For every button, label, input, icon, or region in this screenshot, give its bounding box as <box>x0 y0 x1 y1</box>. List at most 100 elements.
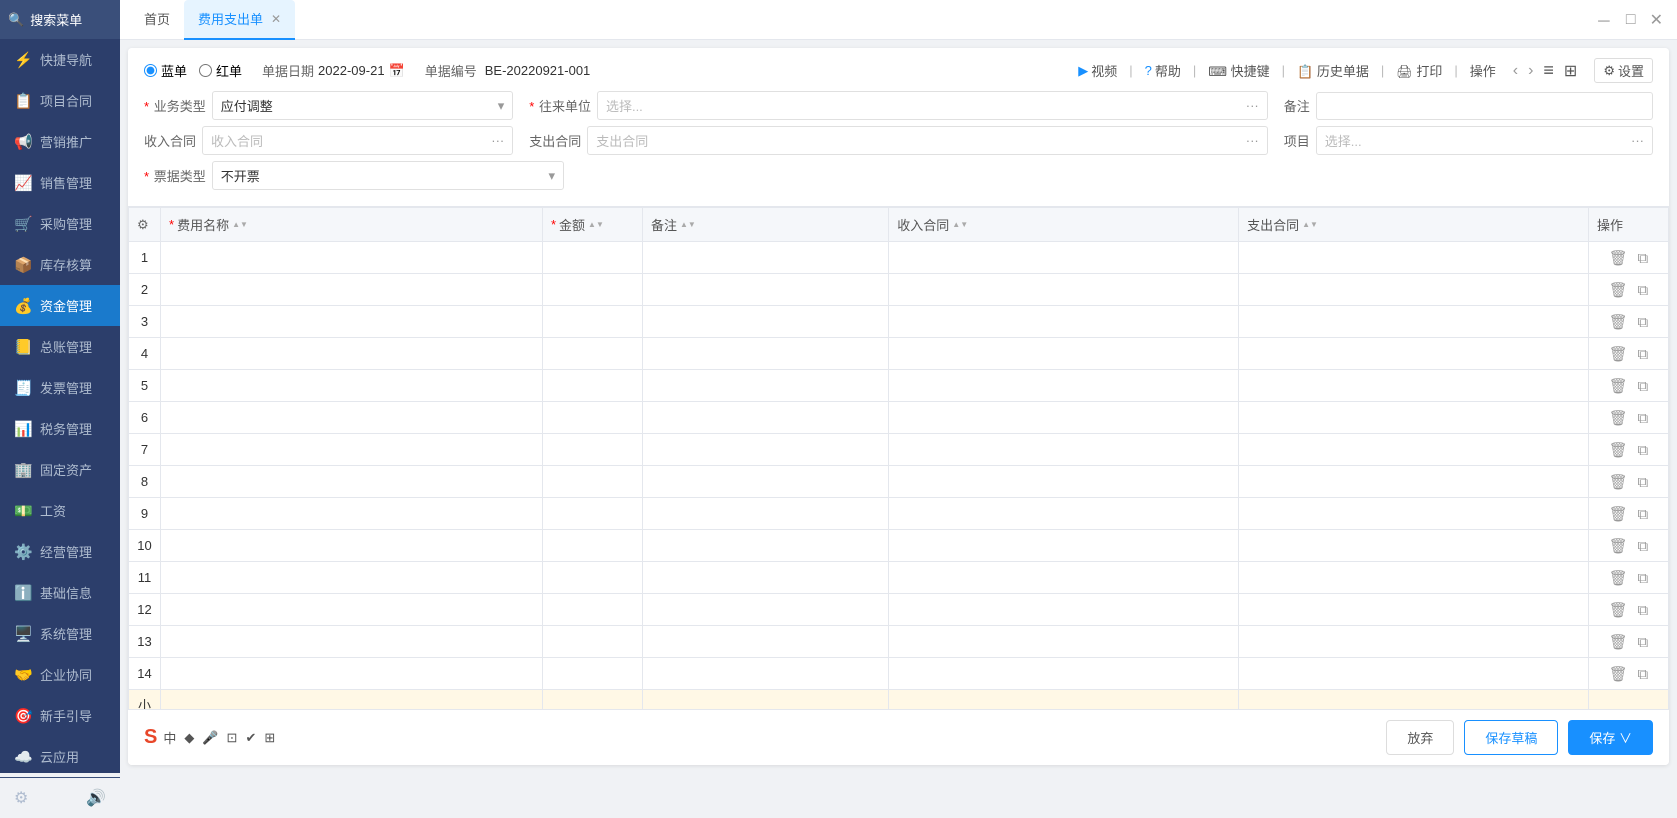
cell-income-12[interactable] <box>889 594 1239 626</box>
cell-expense-name-1[interactable] <box>161 242 543 274</box>
cell-expense-name-10[interactable] <box>161 530 543 562</box>
cell-expense-contract-6[interactable] <box>1239 402 1589 434</box>
icon-diamond[interactable]: ◆ <box>184 730 194 746</box>
sidebar-item-salary[interactable]: 💵工资 <box>0 490 120 531</box>
save-draft-button[interactable]: 保存草稿 <box>1464 720 1558 755</box>
cell-remark-6[interactable] <box>642 402 888 434</box>
th-settings[interactable]: ⚙ <box>129 208 161 242</box>
cell-remark-7[interactable] <box>642 434 888 466</box>
cell-amount-9[interactable] <box>542 498 642 530</box>
icon-mic[interactable]: 🎤 <box>202 730 218 746</box>
cell-expense-name-9[interactable] <box>161 498 543 530</box>
save-button[interactable]: 保存 ∨ <box>1568 720 1653 755</box>
delete-btn-6[interactable]: 🗑 <box>1606 408 1631 428</box>
delete-btn-2[interactable]: 🗑 <box>1606 280 1631 300</box>
delete-btn-12[interactable]: 🗑 <box>1606 600 1631 620</box>
cell-expense-name-8[interactable] <box>161 466 543 498</box>
cell-amount-12[interactable] <box>542 594 642 626</box>
income-contract-more[interactable]: ··· <box>491 133 504 148</box>
sidebar-item-inventory[interactable]: 📦库存核算 <box>0 244 120 285</box>
delete-btn-1[interactable]: 🗑 <box>1606 248 1631 268</box>
delete-btn-13[interactable]: 🗑 <box>1606 632 1631 652</box>
nav-prev-btn[interactable]: ‹ <box>1510 62 1521 80</box>
cell-expense-contract-1[interactable] <box>1239 242 1589 274</box>
icon-box[interactable]: ⊡ <box>227 730 238 746</box>
copy-btn-2[interactable]: ⧉ <box>1634 281 1651 300</box>
copy-btn-8[interactable]: ⧉ <box>1634 473 1651 492</box>
cell-amount-13[interactable] <box>542 626 642 658</box>
sidebar-item-enterprise[interactable]: 🤝企业协同 <box>0 654 120 695</box>
volume-icon[interactable]: 🔊 <box>86 788 106 808</box>
cell-expense-name-7[interactable] <box>161 434 543 466</box>
cell-amount-11[interactable] <box>542 562 642 594</box>
calendar-icon[interactable]: 📅 <box>389 63 405 79</box>
operations-btn[interactable]: 操作 <box>1470 61 1496 80</box>
sidebar-item-operations[interactable]: ⚙️经营管理 <box>0 531 120 572</box>
cell-remark-4[interactable] <box>642 338 888 370</box>
help-btn[interactable]: ? 帮助 <box>1145 61 1181 80</box>
cell-amount-7[interactable] <box>542 434 642 466</box>
copy-btn-4[interactable]: ⧉ <box>1634 345 1651 364</box>
cell-income-3[interactable] <box>889 306 1239 338</box>
partner-more-icon[interactable]: ··· <box>1246 98 1259 113</box>
cell-remark-14[interactable] <box>642 658 888 690</box>
radio-red[interactable]: 红单 <box>199 61 242 80</box>
cell-amount-14[interactable] <box>542 658 642 690</box>
cell-remark-3[interactable] <box>642 306 888 338</box>
cell-expense-contract-13[interactable] <box>1239 626 1589 658</box>
copy-btn-5[interactable]: ⧉ <box>1634 377 1651 396</box>
sidebar-item-new-guide[interactable]: 🎯新手引导 <box>0 695 120 736</box>
business-type-input[interactable]: 应付调整 ▾ <box>212 91 514 120</box>
cell-amount-2[interactable] <box>542 274 642 306</box>
cell-expense-name-2[interactable] <box>161 274 543 306</box>
delete-btn-11[interactable]: 🗑 <box>1606 568 1631 588</box>
cell-income-7[interactable] <box>889 434 1239 466</box>
tab-close-expense[interactable]: ✕ <box>271 12 281 26</box>
sidebar-search[interactable]: 🔍 搜索菜单 <box>0 0 120 39</box>
icon-zhong[interactable]: 中 <box>163 728 176 747</box>
sort-icon-amount[interactable]: ▲▼ <box>588 221 604 229</box>
sort-icon-income[interactable]: ▲▼ <box>952 221 968 229</box>
copy-btn-9[interactable]: ⧉ <box>1634 505 1651 524</box>
copy-btn-12[interactable]: ⧉ <box>1634 601 1651 620</box>
date-value[interactable]: 2022-09-21 <box>318 63 385 78</box>
cell-remark-1[interactable] <box>642 242 888 274</box>
settings-icon[interactable]: ⚙ <box>14 788 28 808</box>
delete-btn-5[interactable]: 🗑 <box>1606 376 1631 396</box>
sidebar-item-marketing[interactable]: 📢营销推广 <box>0 121 120 162</box>
cell-remark-11[interactable] <box>642 562 888 594</box>
copy-btn-1[interactable]: ⧉ <box>1634 249 1651 268</box>
sidebar-item-quick-nav[interactable]: ⚡快捷导航 <box>0 39 120 80</box>
cell-amount-1[interactable] <box>542 242 642 274</box>
cell-remark-5[interactable] <box>642 370 888 402</box>
copy-btn-7[interactable]: ⧉ <box>1634 441 1651 460</box>
cell-expense-contract-10[interactable] <box>1239 530 1589 562</box>
cell-expense-name-14[interactable] <box>161 658 543 690</box>
cell-expense-contract-14[interactable] <box>1239 658 1589 690</box>
cell-expense-contract-7[interactable] <box>1239 434 1589 466</box>
cell-remark-12[interactable] <box>642 594 888 626</box>
delete-btn-3[interactable]: 🗑 <box>1606 312 1631 332</box>
copy-btn-6[interactable]: ⧉ <box>1634 409 1651 428</box>
sidebar-item-invoice[interactable]: 🧾发票管理 <box>0 367 120 408</box>
cell-expense-name-5[interactable] <box>161 370 543 402</box>
cell-amount-5[interactable] <box>542 370 642 402</box>
sidebar-item-tax[interactable]: 📊税务管理 <box>0 408 120 449</box>
remark-input[interactable] <box>1316 92 1653 120</box>
delete-btn-10[interactable]: 🗑 <box>1606 536 1631 556</box>
cell-expense-contract-3[interactable] <box>1239 306 1589 338</box>
cell-amount-10[interactable] <box>542 530 642 562</box>
sort-icon-expense[interactable]: ▲▼ <box>232 221 248 229</box>
cell-expense-name-11[interactable] <box>161 562 543 594</box>
icon-check[interactable]: ✔ <box>245 730 256 746</box>
sidebar-item-system[interactable]: 🖥️系统管理 <box>0 613 120 654</box>
cell-remark-2[interactable] <box>642 274 888 306</box>
delete-btn-7[interactable]: 🗑 <box>1606 440 1631 460</box>
view-list-btn[interactable]: ≡ <box>1540 60 1557 81</box>
cell-income-5[interactable] <box>889 370 1239 402</box>
sidebar-item-ledger[interactable]: 📒总账管理 <box>0 326 120 367</box>
window-close-btn[interactable]: ✕ <box>1646 8 1667 32</box>
nav-next-btn[interactable]: › <box>1525 62 1536 80</box>
cell-remark-8[interactable] <box>642 466 888 498</box>
copy-btn-11[interactable]: ⧉ <box>1634 569 1651 588</box>
